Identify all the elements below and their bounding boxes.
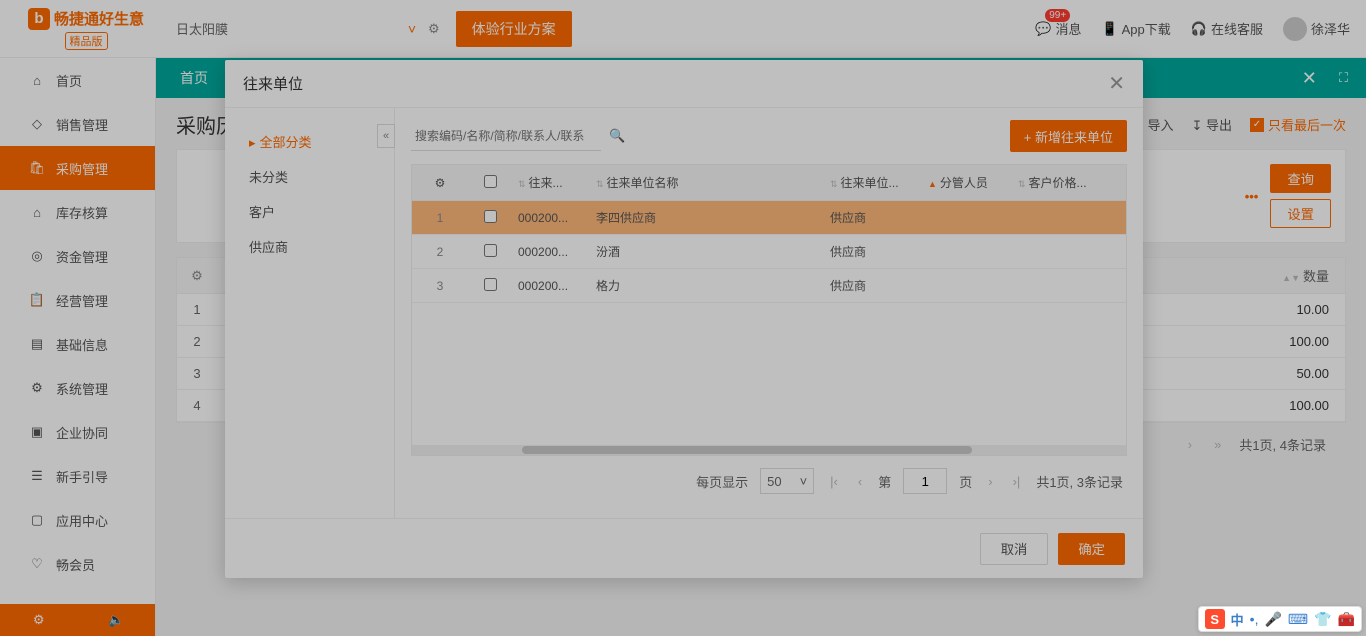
ime-skin-icon[interactable]: 👕 [1314, 611, 1331, 628]
ime-toolbar[interactable]: S 中 •, 🎤 ⌨ 👕 🧰 [1198, 606, 1362, 632]
modal-overlay[interactable] [0, 0, 1366, 636]
ime-punct-icon[interactable]: •, [1250, 611, 1259, 627]
ime-toolbox-icon[interactable]: 🧰 [1338, 611, 1355, 628]
ime-mic-icon[interactable]: 🎤 [1264, 611, 1281, 628]
ime-logo-icon: S [1205, 609, 1225, 629]
ime-keyboard-icon[interactable]: ⌨ [1288, 611, 1308, 628]
ime-lang-toggle[interactable]: 中 [1231, 610, 1244, 629]
